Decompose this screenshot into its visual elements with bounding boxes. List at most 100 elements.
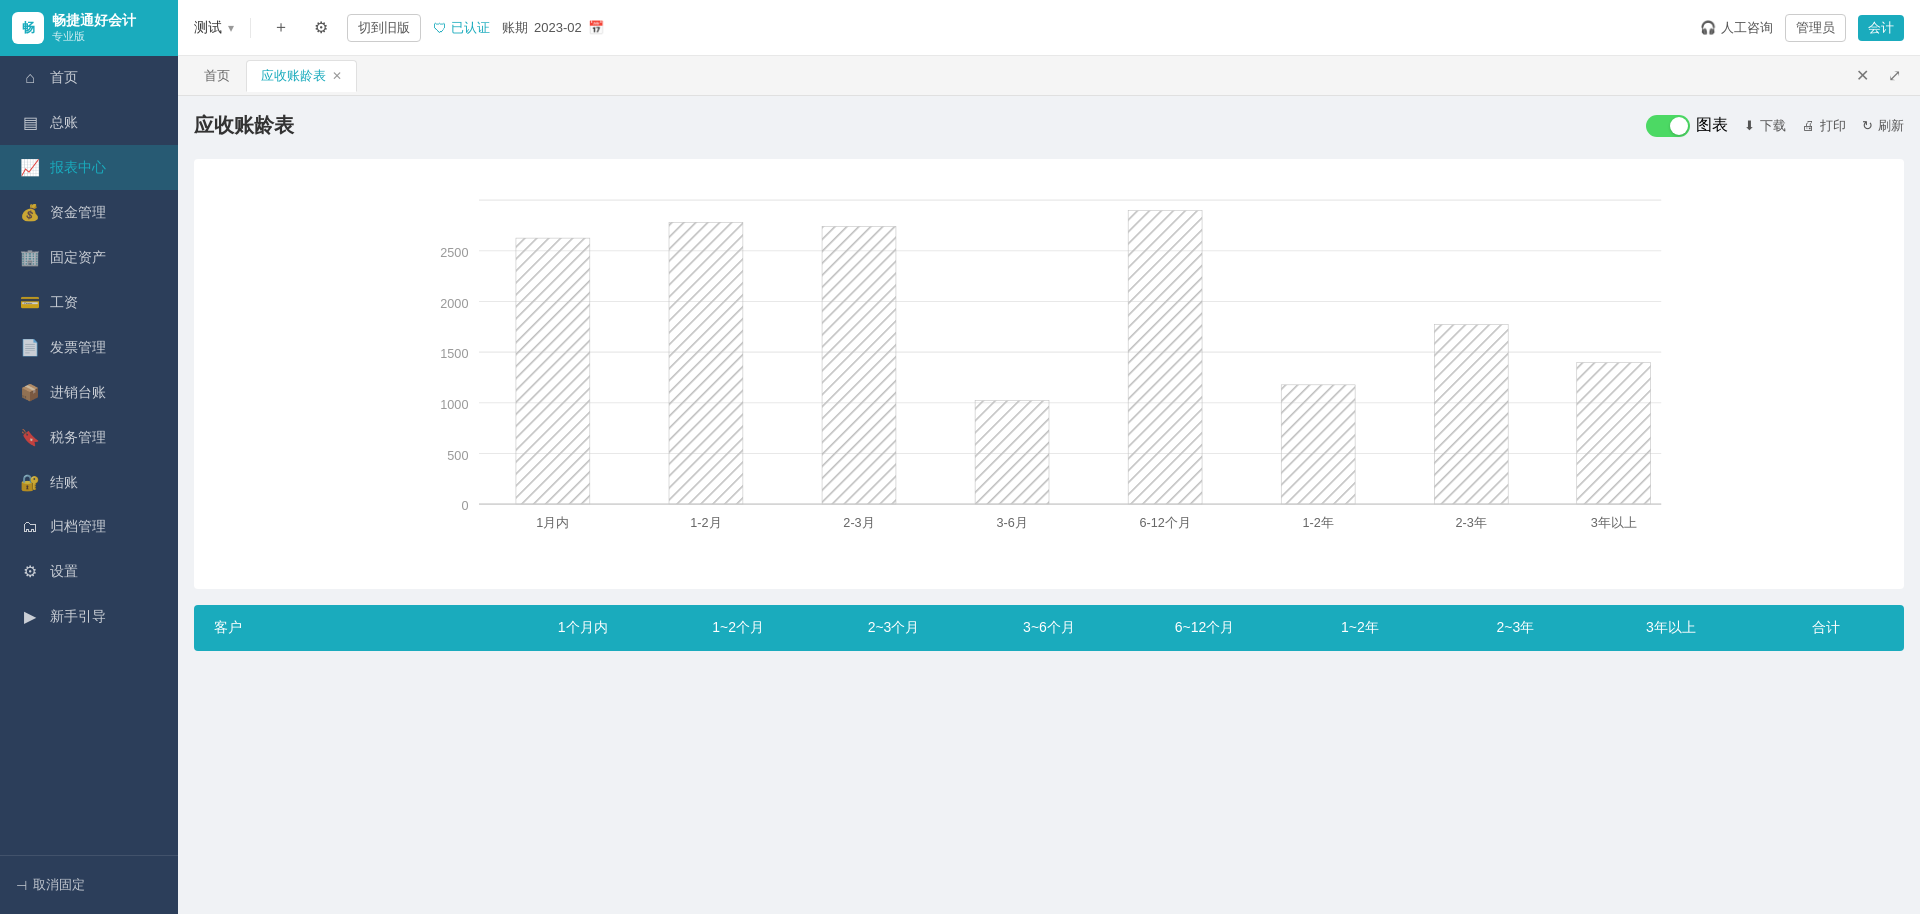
svg-rect-16 bbox=[669, 222, 743, 504]
close-window-icon[interactable]: ✕ bbox=[1848, 62, 1876, 90]
user-button[interactable]: 管理员 bbox=[1785, 14, 1846, 42]
sidebar-item-label: 新手引导 bbox=[50, 608, 106, 626]
headset-icon: 🎧 bbox=[1700, 20, 1716, 35]
sidebar-item-ledger[interactable]: ▤ 总账 bbox=[0, 100, 178, 145]
account-period: 账期 2023-02 📅 bbox=[502, 19, 604, 37]
consult-button[interactable]: 🎧 人工咨询 bbox=[1700, 19, 1773, 37]
svg-text:3-6月: 3-6月 bbox=[996, 516, 1027, 530]
tab-bar-right: ✕ ⤢ bbox=[1848, 62, 1920, 90]
account-button[interactable]: 会计 bbox=[1858, 15, 1904, 41]
sidebar-item-assets[interactable]: 🏢 固定资产 bbox=[0, 235, 178, 280]
logo-title: 畅捷通好会计 bbox=[52, 12, 136, 29]
calendar-icon[interactable]: 📅 bbox=[588, 20, 604, 35]
sidebar-logo: 畅 畅捷通好会计 专业版 bbox=[0, 0, 178, 56]
th-1-2month: 1~2个月 bbox=[660, 605, 815, 651]
sidebar-item-reports[interactable]: 📈 报表中心 bbox=[0, 145, 178, 190]
logo-subtitle: 专业版 bbox=[52, 29, 136, 44]
logo-icon: 畅 bbox=[12, 12, 44, 44]
chart-svg-wrap: 0 500 1000 1500 2000 2500 bbox=[224, 179, 1874, 559]
bar-chart-svg: 0 500 1000 1500 2000 2500 bbox=[224, 179, 1874, 559]
tab-ar-aging-label: 应收账龄表 bbox=[261, 67, 326, 85]
svg-text:6-12个月: 6-12个月 bbox=[1139, 516, 1190, 530]
chart-toggle[interactable] bbox=[1646, 115, 1690, 137]
settings-button[interactable]: ⚙ bbox=[307, 14, 335, 42]
sidebar-item-archive[interactable]: 🗂 归档管理 bbox=[0, 505, 178, 549]
svg-rect-22 bbox=[1128, 211, 1202, 504]
sidebar-item-label: 进销台账 bbox=[50, 384, 106, 402]
chart-toggle-label: 图表 bbox=[1696, 115, 1728, 136]
sidebar-item-label: 资金管理 bbox=[50, 204, 106, 222]
download-icon: ⬇ bbox=[1744, 118, 1755, 133]
svg-text:1000: 1000 bbox=[440, 398, 468, 412]
print-button[interactable]: 🖨 打印 bbox=[1802, 117, 1846, 135]
tabbar: 首页 应收账龄表 ✕ ✕ ⤢ bbox=[178, 56, 1920, 96]
sidebar: 畅 畅捷通好会计 专业版 ⌂ 首页 ▤ 总账 📈 报表中心 💰 资金管理 🏢 固… bbox=[0, 0, 178, 914]
page-header: 应收账龄表 图表 ⬇ 下载 🖨 打印 ↻ bbox=[194, 112, 1904, 139]
workspace-selector[interactable]: 测试 ▾ bbox=[194, 19, 234, 37]
sidebar-item-label: 设置 bbox=[50, 563, 78, 581]
svg-text:1-2年: 1-2年 bbox=[1303, 516, 1334, 530]
sidebar-item-funds[interactable]: 💰 资金管理 bbox=[0, 190, 178, 235]
chevron-down-icon: ▾ bbox=[228, 21, 234, 35]
chart-toggle-wrap: 图表 bbox=[1646, 115, 1728, 137]
consult-label: 人工咨询 bbox=[1721, 19, 1773, 37]
switch-version-button[interactable]: 切到旧版 bbox=[347, 14, 421, 42]
th-1-2year: 1~2年 bbox=[1282, 605, 1437, 651]
svg-rect-20 bbox=[975, 401, 1049, 504]
svg-text:2000: 2000 bbox=[440, 297, 468, 311]
workspace-name: 测试 bbox=[194, 19, 222, 37]
assets-icon: 🏢 bbox=[20, 248, 40, 267]
content-area: 应收账龄表 图表 ⬇ 下载 🖨 打印 ↻ bbox=[178, 96, 1920, 914]
tab-home[interactable]: 首页 bbox=[190, 60, 244, 92]
certified-badge: 🛡 已认证 bbox=[433, 19, 490, 37]
sidebar-item-closing[interactable]: 🔐 结账 bbox=[0, 460, 178, 505]
logo-text-wrap: 畅捷通好会计 专业版 bbox=[52, 12, 136, 44]
sidebar-item-label: 首页 bbox=[50, 69, 78, 87]
sidebar-item-label: 发票管理 bbox=[50, 339, 106, 357]
cancel-fixed-button[interactable]: ⊣ 取消固定 bbox=[0, 866, 178, 904]
pin-icon: ⊣ bbox=[16, 878, 27, 893]
sidebar-item-tax[interactable]: 🔖 税务管理 bbox=[0, 415, 178, 460]
svg-text:1-2月: 1-2月 bbox=[690, 516, 721, 530]
th-3plus-year: 3年以上 bbox=[1593, 605, 1748, 651]
refresh-icon: ↻ bbox=[1862, 118, 1873, 133]
sidebar-item-settings[interactable]: ⚙ 设置 bbox=[0, 549, 178, 594]
table-header-row: 客户 1个月内 1~2个月 2~3个月 3~6个月 6~12个月 1~2年 2~… bbox=[194, 605, 1904, 651]
expand-icon[interactable]: ⤢ bbox=[1880, 62, 1908, 90]
sidebar-item-invoice[interactable]: 📄 发票管理 bbox=[0, 325, 178, 370]
ar-aging-table: 客户 1个月内 1~2个月 2~3个月 3~6个月 6~12个月 1~2年 2~… bbox=[194, 605, 1904, 651]
toolbar: 图表 ⬇ 下载 🖨 打印 ↻ 刷新 bbox=[1646, 115, 1904, 137]
payroll-icon: 💳 bbox=[20, 293, 40, 312]
ledger-icon: ▤ bbox=[20, 113, 40, 132]
period-value: 2023-02 bbox=[534, 20, 582, 35]
th-3-6month: 3~6个月 bbox=[971, 605, 1126, 651]
th-customer: 客户 bbox=[194, 605, 505, 651]
refresh-label: 刷新 bbox=[1878, 117, 1904, 135]
sidebar-item-home[interactable]: ⌂ 首页 bbox=[0, 56, 178, 100]
sidebar-item-label: 税务管理 bbox=[50, 429, 106, 447]
download-button[interactable]: ⬇ 下载 bbox=[1744, 117, 1786, 135]
th-total: 合计 bbox=[1749, 605, 1904, 651]
settings-icon: ⚙ bbox=[20, 562, 40, 581]
tab-ar-aging[interactable]: 应收账龄表 ✕ bbox=[246, 60, 357, 92]
sidebar-item-payroll[interactable]: 💳 工资 bbox=[0, 280, 178, 325]
svg-text:2-3月: 2-3月 bbox=[843, 516, 874, 530]
download-label: 下载 bbox=[1760, 117, 1786, 135]
close-tab-icon[interactable]: ✕ bbox=[332, 69, 342, 83]
period-label: 账期 bbox=[502, 19, 528, 37]
add-button[interactable]: ＋ bbox=[267, 14, 295, 42]
th-2-3year: 2~3年 bbox=[1438, 605, 1593, 651]
print-label: 打印 bbox=[1820, 117, 1846, 135]
sidebar-item-guide[interactable]: ▶ 新手引导 bbox=[0, 594, 178, 639]
funds-icon: 💰 bbox=[20, 203, 40, 222]
sidebar-item-sales[interactable]: 📦 进销台账 bbox=[0, 370, 178, 415]
shield-icon: 🛡 bbox=[433, 20, 447, 36]
svg-text:500: 500 bbox=[447, 449, 468, 463]
reports-icon: 📈 bbox=[20, 158, 40, 177]
sidebar-item-label: 工资 bbox=[50, 294, 78, 312]
archive-icon: 🗂 bbox=[20, 518, 40, 536]
refresh-button[interactable]: ↻ 刷新 bbox=[1862, 117, 1904, 135]
page-title: 应收账龄表 bbox=[194, 112, 294, 139]
svg-text:2500: 2500 bbox=[440, 246, 468, 260]
svg-rect-24 bbox=[1281, 385, 1355, 504]
